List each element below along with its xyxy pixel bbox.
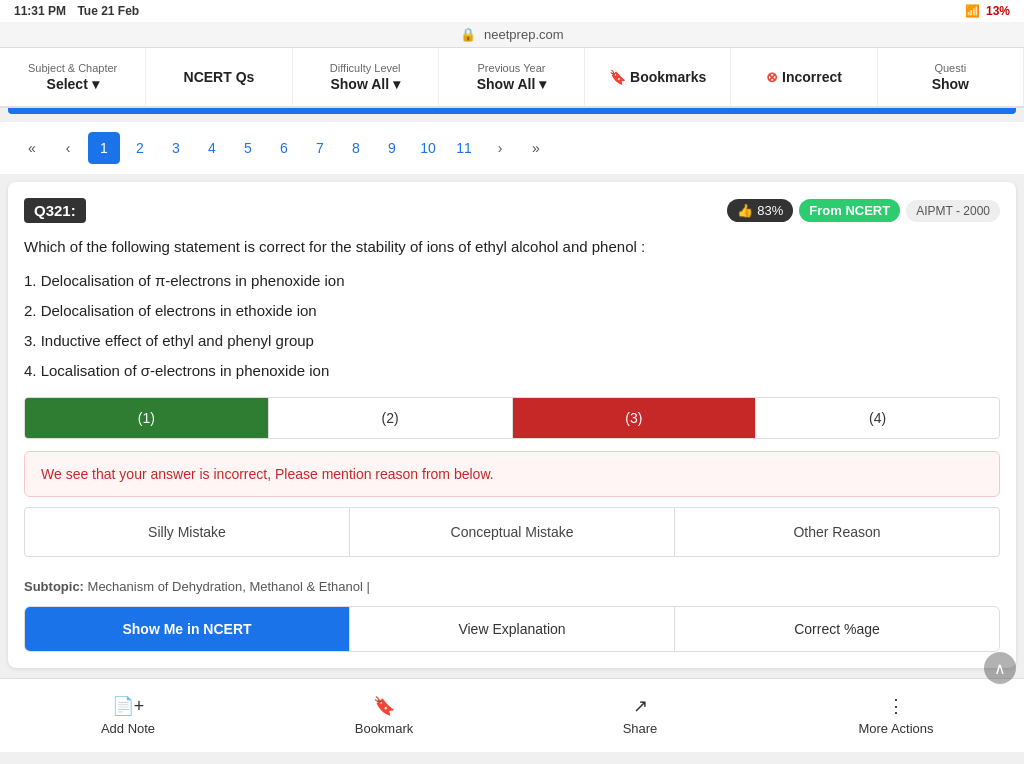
- add-note-button[interactable]: 📄+ Add Note: [0, 691, 256, 740]
- status-time-date: 11:31 PM Tue 21 Feb: [14, 4, 139, 18]
- option-3: 3. Inductive effect of ethyl and phenyl …: [24, 329, 1000, 353]
- subtopic: Subtopic: Mechanism of Dehydration, Meth…: [24, 571, 1000, 594]
- page-3[interactable]: 3: [160, 132, 192, 164]
- bookmark-icon: 🔖: [373, 695, 395, 717]
- page-8[interactable]: 8: [340, 132, 372, 164]
- page-9[interactable]: 9: [376, 132, 408, 164]
- page-last[interactable]: »: [520, 132, 552, 164]
- nav-difficulty[interactable]: Difficulty Level Show All ▾: [293, 48, 439, 106]
- nav-difficulty-label: Difficulty Level: [330, 61, 401, 75]
- share-label: Share: [623, 721, 658, 736]
- date: Tue 21 Feb: [77, 4, 139, 18]
- answer-opt-3[interactable]: (3): [513, 398, 757, 438]
- subtopic-value: Mechanism of Dehydration, Methanol & Eth…: [88, 579, 370, 594]
- status-bar: 11:31 PM Tue 21 Feb 📶 13%: [0, 0, 1024, 22]
- more-label: More Actions: [858, 721, 933, 736]
- nav-bar: Subject & Chapter Select ▾ NCERT Qs Diff…: [0, 48, 1024, 108]
- bookmark-button[interactable]: 🔖 Bookmark: [256, 691, 512, 740]
- page-5[interactable]: 5: [232, 132, 264, 164]
- blue-strip: [8, 108, 1016, 114]
- time: 11:31 PM: [14, 4, 66, 18]
- reason-options: Silly Mistake Conceptual Mistake Other R…: [24, 507, 1000, 557]
- nav-questi-value: Show: [932, 75, 969, 93]
- add-note-icon: 📄+: [112, 695, 145, 717]
- nav-ncert-value: NCERT Qs: [184, 68, 255, 86]
- page-6[interactable]: 6: [268, 132, 300, 164]
- more-icon: ⋮: [887, 695, 905, 717]
- badge-ncert: From NCERT: [799, 199, 900, 222]
- view-explanation-button[interactable]: View Explanation: [350, 607, 675, 651]
- question-id: Q321:: [24, 198, 86, 223]
- page-7[interactable]: 7: [304, 132, 336, 164]
- nav-bookmarks[interactable]: 🔖 Bookmarks: [585, 48, 731, 106]
- page-prev[interactable]: ‹: [52, 132, 84, 164]
- lock-icon: 🔒: [460, 27, 476, 42]
- nav-incorrect-value: ⊗ Incorrect: [766, 68, 842, 86]
- answer-opt-2[interactable]: (2): [269, 398, 513, 438]
- add-note-label: Add Note: [101, 721, 155, 736]
- nav-bookmarks-value: 🔖 Bookmarks: [609, 68, 706, 86]
- option-1: 1. Delocalisation of π-electrons in phen…: [24, 269, 1000, 293]
- question-header: Q321: 👍 83% From NCERT AIPMT - 2000: [24, 198, 1000, 223]
- option-2: 2. Delocalisation of electrons in ethoxi…: [24, 299, 1000, 323]
- pagination: « ‹ 1 2 3 4 5 6 7 8 9 10 11 › »: [16, 132, 1008, 164]
- bottom-toolbar: 📄+ Add Note 🔖 Bookmark ↗ Share ⋮ More Ac…: [0, 678, 1024, 752]
- reason-other[interactable]: Other Reason: [675, 508, 999, 556]
- bookmark-label: Bookmark: [355, 721, 414, 736]
- answer-opt-1[interactable]: (1): [25, 398, 269, 438]
- url-text: neetprep.com: [484, 27, 564, 42]
- answer-options: (1) (2) (3) (4): [24, 397, 1000, 439]
- nav-subject-chapter[interactable]: Subject & Chapter Select ▾: [0, 48, 146, 106]
- page-2[interactable]: 2: [124, 132, 156, 164]
- status-right: 📶 13%: [965, 4, 1010, 18]
- battery-indicator: 13%: [986, 4, 1010, 18]
- question-card: Q321: 👍 83% From NCERT AIPMT - 2000 Whic…: [8, 182, 1016, 668]
- incorrect-notice: We see that your answer is incorrect, Pl…: [24, 451, 1000, 497]
- x-icon: ⊗: [766, 69, 778, 85]
- answer-opt-4[interactable]: (4): [756, 398, 999, 438]
- badge-like: 👍 83%: [727, 199, 793, 222]
- subtopic-label: Subtopic:: [24, 579, 84, 594]
- nav-prev-value: Show All ▾: [477, 75, 546, 93]
- nav-subject-value: Select ▾: [47, 75, 99, 93]
- nav-questi-label: Questi: [934, 61, 966, 75]
- page-4[interactable]: 4: [196, 132, 228, 164]
- nav-subject-label: Subject & Chapter: [28, 61, 117, 75]
- question-text: Which of the following statement is corr…: [24, 235, 1000, 259]
- page-next[interactable]: ›: [484, 132, 516, 164]
- page-1[interactable]: 1: [88, 132, 120, 164]
- correct-percentage-button[interactable]: Correct %age: [675, 607, 999, 651]
- question-badges: 👍 83% From NCERT AIPMT - 2000: [727, 199, 1000, 222]
- more-actions-button[interactable]: ⋮ More Actions: [768, 691, 1024, 740]
- share-icon: ↗: [633, 695, 648, 717]
- reason-conceptual[interactable]: Conceptual Mistake: [350, 508, 675, 556]
- nav-prev-label: Previous Year: [478, 61, 546, 75]
- scroll-up-button[interactable]: ∧: [984, 652, 1016, 684]
- reason-silly[interactable]: Silly Mistake: [25, 508, 350, 556]
- page-10[interactable]: 10: [412, 132, 444, 164]
- like-percent: 83%: [757, 203, 783, 218]
- url-bar[interactable]: 🔒 neetprep.com: [0, 22, 1024, 48]
- nav-ncert-qs[interactable]: NCERT Qs: [146, 48, 292, 106]
- action-buttons: Show Me in NCERT View Explanation Correc…: [24, 606, 1000, 652]
- thumbs-up-icon: 👍: [737, 203, 753, 218]
- pagination-wrap: « ‹ 1 2 3 4 5 6 7 8 9 10 11 › »: [0, 122, 1024, 174]
- page-first[interactable]: «: [16, 132, 48, 164]
- share-button[interactable]: ↗ Share: [512, 691, 768, 740]
- option-4: 4. Localisation of σ-electrons in phenox…: [24, 359, 1000, 383]
- nav-difficulty-value: Show All ▾: [330, 75, 399, 93]
- wifi-icon: 📶: [965, 4, 980, 18]
- nav-questi[interactable]: Questi Show: [878, 48, 1024, 106]
- nav-incorrect[interactable]: ⊗ Incorrect: [731, 48, 877, 106]
- show-ncert-button[interactable]: Show Me in NCERT: [25, 607, 350, 651]
- nav-previous-year[interactable]: Previous Year Show All ▾: [439, 48, 585, 106]
- page-11[interactable]: 11: [448, 132, 480, 164]
- badge-aipmt: AIPMT - 2000: [906, 200, 1000, 222]
